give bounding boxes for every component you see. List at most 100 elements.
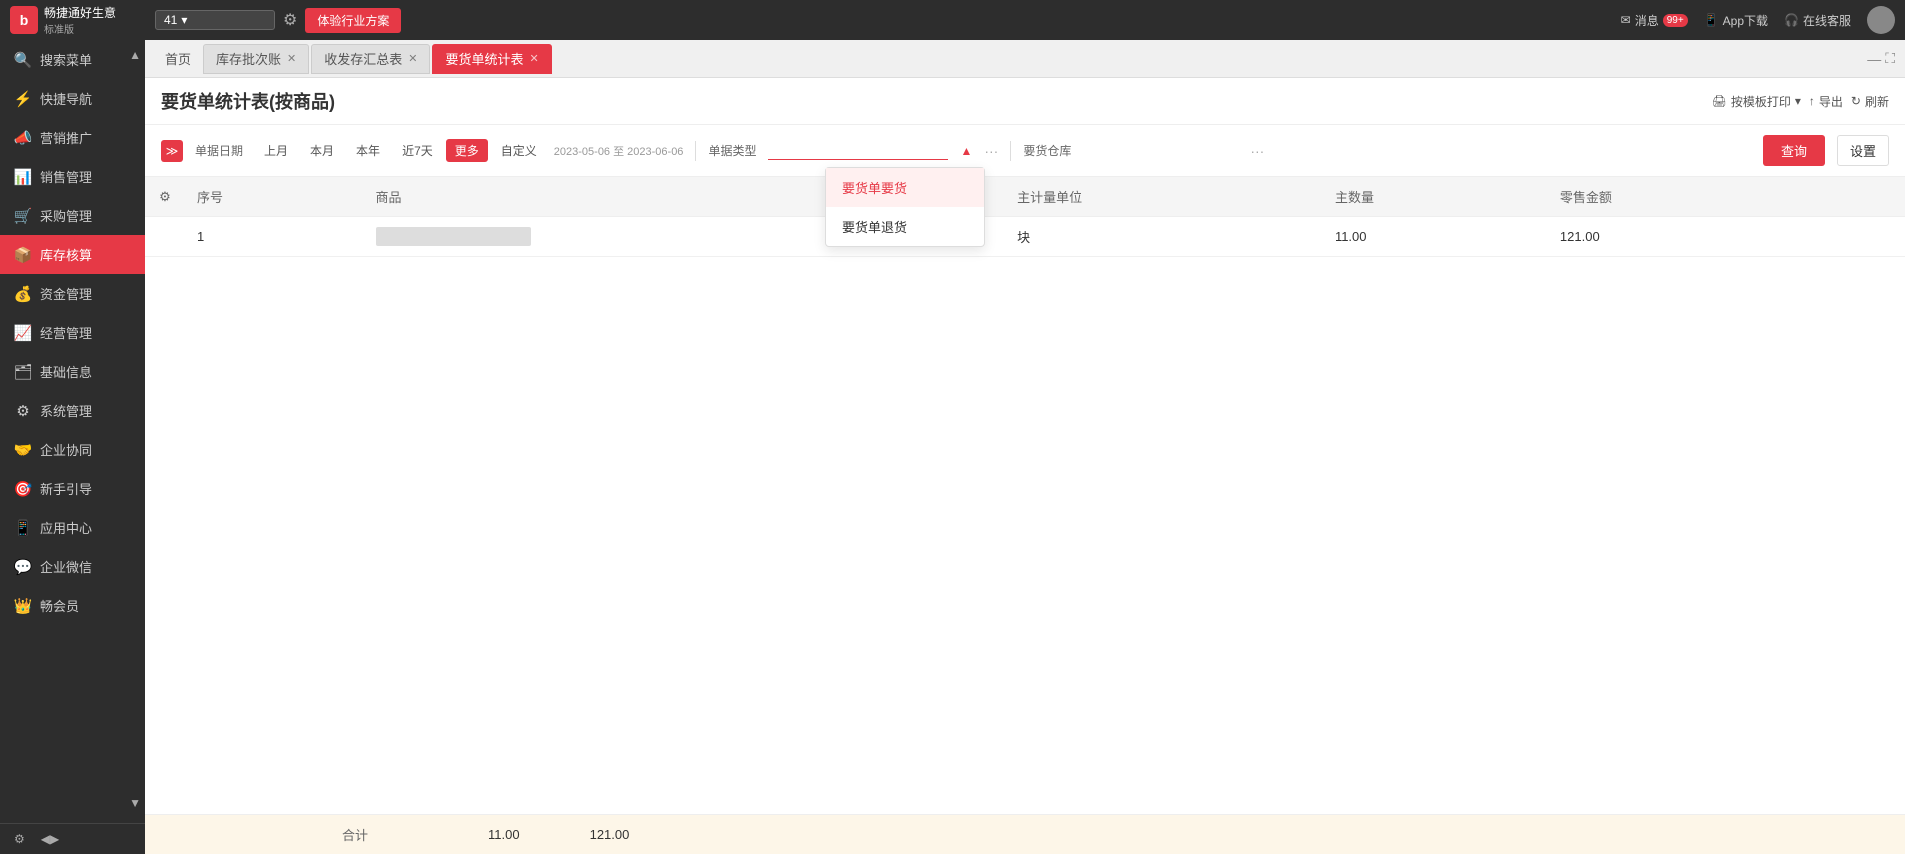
print-btn[interactable]: 🖨 按模板打印 ▾ (1712, 93, 1801, 110)
date-label: 单据日期 (195, 142, 243, 159)
logo-text: 畅捷通好生意 标准版 (44, 4, 116, 36)
tab-maximize-btn[interactable]: ⛶ (1885, 50, 1895, 67)
export-btn[interactable]: ↑ 导出 (1809, 93, 1843, 110)
warehouse-input[interactable] (1083, 144, 1238, 158)
sidebar-item-wechat[interactable]: 💬 企业微信 (0, 547, 145, 586)
tab-inventory-batch[interactable]: 库存批次账 ✕ (203, 44, 309, 74)
date-pill-last-month[interactable]: 上月 (255, 139, 297, 162)
member-icon: 👑 (14, 597, 32, 615)
col-settings[interactable]: ⚙ (145, 177, 185, 217)
expand-filter-btn[interactable]: ≫ (161, 140, 183, 162)
avatar[interactable] (1867, 6, 1895, 34)
sidebar-item-enterprise[interactable]: 🤝 企业协同 (0, 430, 145, 469)
warehouse-label: 要货仓库 (1023, 142, 1071, 159)
logo-area: b 畅捷通好生意 标准版 (10, 4, 155, 36)
date-pill-more[interactable]: 更多 (446, 139, 488, 162)
footer-label: 合计 (342, 825, 368, 844)
refresh-icon: ↻ (1851, 94, 1861, 108)
settings-gear-icon: ⚙ (159, 189, 171, 204)
settings-btn[interactable]: 设置 (1837, 135, 1889, 166)
sidebar-item-purchase[interactable]: 🛒 采购管理 (0, 196, 145, 235)
tab-order-summary[interactable]: 要货单统计表 ✕ (432, 44, 551, 74)
app-download-button[interactable]: 📱 App下载 (1704, 12, 1768, 29)
tab-close-order-summary[interactable]: ✕ (530, 52, 539, 65)
tab-minimize-btn[interactable]: — (1867, 50, 1881, 67)
page-actions: 🖨 按模板打印 ▾ ↑ 导出 ↻ 刷新 (1712, 93, 1889, 110)
scroll-up-btn[interactable]: ▲ (129, 48, 141, 62)
online-service-button[interactable]: 🎧 在线客服 (1784, 12, 1851, 29)
footer-amount: 121.00 (590, 827, 630, 842)
type-input[interactable] (768, 141, 948, 160)
date-range-text: 2023-05-06 至 2023-06-06 (554, 143, 684, 159)
tab-actions: — ⛶ (1867, 50, 1895, 67)
sidebar-item-app-center[interactable]: 📱 应用中心 (0, 508, 145, 547)
table-header-row: ⚙ 序号 商品 主计量单位 主数量 零售金额 (145, 177, 1905, 217)
chevron-up-icon[interactable]: ▲ (960, 144, 972, 158)
print-icon: 🖨 (1712, 94, 1727, 108)
store-selector[interactable]: 41 ▾ (155, 10, 275, 30)
page-header: 要货单统计表(按商品) 🖨 按模板打印 ▾ ↑ 导出 ↻ 刷新 (145, 78, 1905, 125)
sidebar-item-marketing[interactable]: 📣 营销推广 (0, 118, 145, 157)
sales-icon: 📊 (14, 168, 32, 186)
sidebar-bottom: ⚙ ◀▶ (0, 823, 145, 854)
date-pill-this-year[interactable]: 本年 (347, 139, 389, 162)
dropdown-item-order-return[interactable]: 要货单退货 (826, 207, 984, 246)
message-badge: 99+ (1663, 14, 1688, 27)
tab-home[interactable]: 首页 (155, 44, 201, 74)
sidebar-item-sales[interactable]: 📊 销售管理 (0, 157, 145, 196)
chevron-down-icon: ▾ (1795, 94, 1801, 108)
date-pills: 上月 本月 本年 近7天 更多 自定义 2023-05-06 至 2023-06… (255, 139, 683, 162)
wechat-icon: 💬 (14, 558, 32, 576)
inventory-icon: 📦 (14, 246, 32, 264)
warehouse-more-btn[interactable]: ··· (1250, 143, 1264, 159)
export-icon: ↑ (1809, 94, 1815, 108)
enterprise-icon: 🤝 (14, 441, 32, 459)
sidebar-item-basic[interactable]: 🗂 基础信息 (0, 352, 145, 391)
settings-icon[interactable]: ⚙ (14, 832, 25, 846)
sidebar-item-search[interactable]: 🔍 搜索菜单 (0, 40, 145, 79)
sidebar-item-finance[interactable]: 💰 资金管理 (0, 274, 145, 313)
scroll-down-btn[interactable]: ▼ (129, 796, 141, 810)
header-center: 41 ▾ ⚙ 体验行业方案 (155, 8, 1621, 33)
tab-close-inventory-batch[interactable]: ✕ (287, 52, 296, 65)
dropdown-item-order-goods[interactable]: 要货单要货 (826, 168, 984, 207)
gear-button[interactable]: ⚙ (283, 10, 297, 30)
trial-button[interactable]: 体验行业方案 (305, 8, 401, 33)
chevron-down-icon: ▾ (181, 13, 187, 27)
marketing-icon: 📣 (14, 129, 32, 147)
sidebar-item-system[interactable]: ⚙ 系统管理 (0, 391, 145, 430)
filter-divider (695, 141, 696, 161)
sidebar-item-operations[interactable]: 📈 经营管理 (0, 313, 145, 352)
cell-extra (1819, 217, 1905, 257)
content-area: 首页 库存批次账 ✕ 收发存汇总表 ✕ 要货单统计表 ✕ — ⛶ 要货单统 (145, 40, 1905, 854)
table-container: ⚙ 序号 商品 主计量单位 主数量 零售金额 1 (145, 177, 1905, 814)
headset-icon: 🎧 (1784, 13, 1799, 27)
message-button[interactable]: ✉ 消息 99+ (1621, 12, 1688, 29)
type-label: 单据类型 (708, 142, 756, 159)
tab-receive-summary[interactable]: 收发存汇总表 ✕ (311, 44, 430, 74)
col-amount: 零售金额 (1548, 177, 1819, 217)
sidebar-item-quick-nav[interactable]: ⚡ 快捷导航 (0, 79, 145, 118)
data-table: ⚙ 序号 商品 主计量单位 主数量 零售金额 1 (145, 177, 1905, 257)
guide-icon: 🎯 (14, 480, 32, 498)
query-btn[interactable]: 查询 (1763, 135, 1825, 166)
cell-index: 1 (185, 217, 364, 257)
sidebar-item-inventory[interactable]: 📦 库存核算 (0, 235, 145, 274)
page-title: 要货单统计表(按商品) (161, 88, 335, 114)
header-right: ✉ 消息 99+ 📱 App下载 🎧 在线客服 (1621, 6, 1895, 34)
date-pill-7days[interactable]: 近7天 (393, 139, 442, 162)
col-unit: 主计量单位 (1005, 177, 1323, 217)
sidebar-item-guide[interactable]: 🎯 新手引导 (0, 469, 145, 508)
tab-close-receive-summary[interactable]: ✕ (408, 52, 417, 65)
date-pill-custom[interactable]: 自定义 (492, 139, 546, 162)
type-more-btn[interactable]: ··· (984, 143, 998, 159)
date-pill-this-month[interactable]: 本月 (301, 139, 343, 162)
sidebar-item-member[interactable]: 👑 畅会员 (0, 586, 145, 625)
collapse-toggle-icon[interactable]: ◀▶ (41, 832, 59, 846)
sidebar-scroll: 🔍 搜索菜单 ⚡ 快捷导航 📣 营销推广 📊 销售管理 🛒 采购管理 📦 (0, 40, 145, 823)
main-layout: 🔍 搜索菜单 ⚡ 快捷导航 📣 营销推广 📊 销售管理 🛒 采购管理 📦 (0, 40, 1905, 854)
refresh-btn[interactable]: ↻ 刷新 (1851, 93, 1889, 110)
cell-qty: 11.00 (1323, 217, 1548, 257)
page-content: 要货单统计表(按商品) 🖨 按模板打印 ▾ ↑ 导出 ↻ 刷新 (145, 78, 1905, 854)
cell-empty (145, 217, 185, 257)
